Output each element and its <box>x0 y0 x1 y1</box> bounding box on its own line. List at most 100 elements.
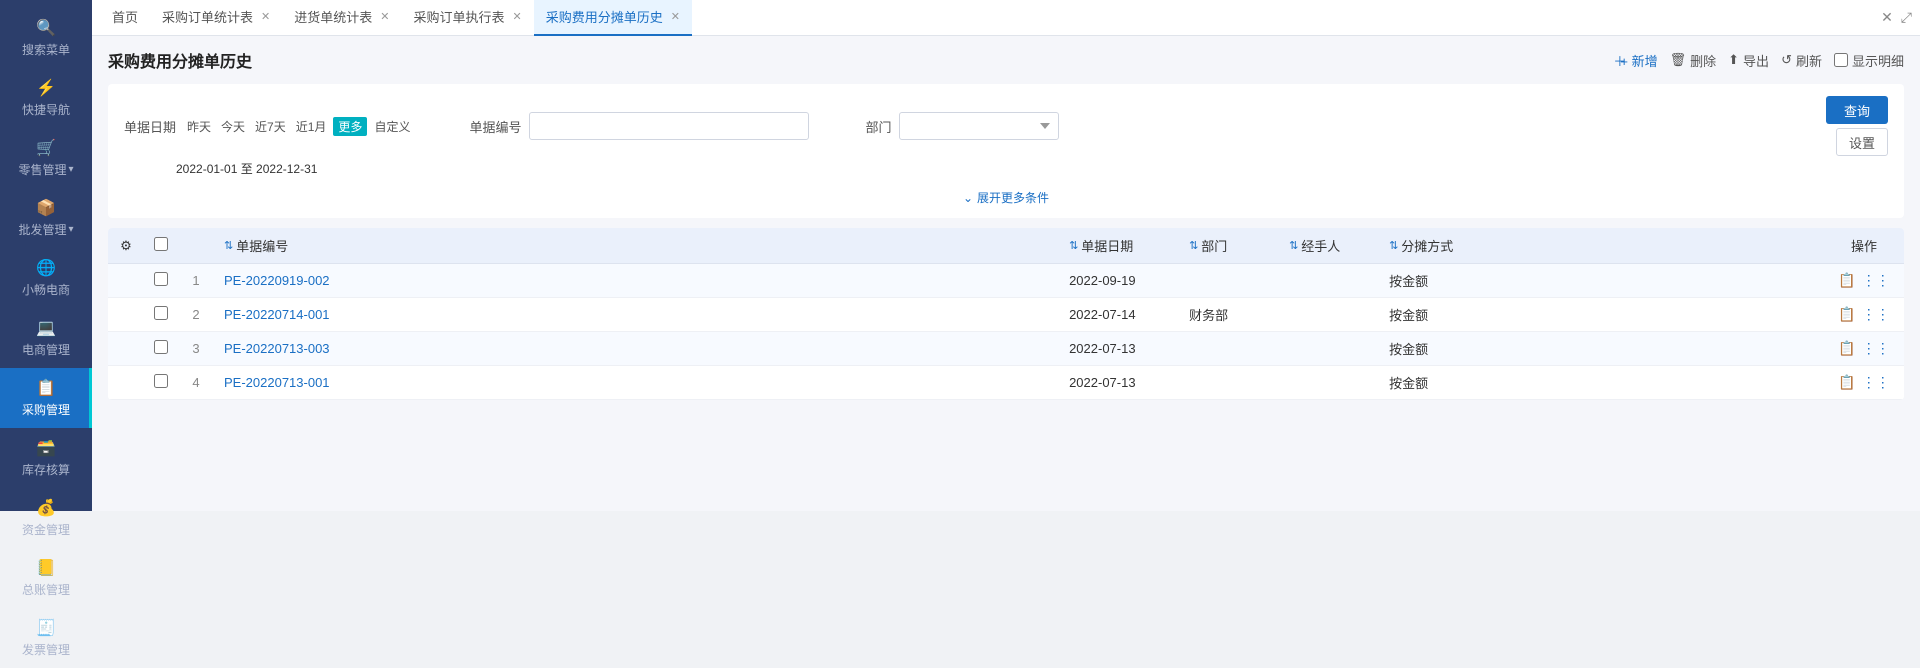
sidebar-item-label: 总账管理 <box>22 583 70 597</box>
export-icon: ⬆ <box>1728 52 1739 68</box>
row-edit-icon-2[interactable]: 📋 <box>1838 340 1855 357</box>
tab-purchase-cost-history[interactable]: 采购费用分摊单历史 ✕ <box>534 0 692 36</box>
sidebar-item-label: 采购管理 <box>22 403 70 417</box>
shortcut-custom[interactable]: 自定义 <box>371 117 413 136</box>
row-select-1[interactable] <box>154 306 168 320</box>
table-header-row: ⚙ ⇅ 单据编号 ⇅ <box>108 228 1904 264</box>
page-title: 采购费用分摊单历史 <box>108 48 252 72</box>
show-detail-checkbox-label[interactable]: 显示明细 <box>1834 51 1904 70</box>
dept-select[interactable] <box>899 112 1059 140</box>
row-select-2[interactable] <box>154 340 168 354</box>
th-date[interactable]: ⇅ 单据日期 <box>1059 228 1179 264</box>
close-tab-purchase-goods-stat[interactable]: ✕ <box>380 10 389 23</box>
sidebar-item-label: 快捷导航 <box>22 103 70 117</box>
sidebar-item-ecom[interactable]: 💻 电商管理 <box>0 308 92 368</box>
row-docno-1[interactable]: PE-20220714-001 <box>214 298 1059 332</box>
filter-section: 单据日期 昨天 今天 近7天 近1月 更多 自定义 单据编号 <box>108 84 1904 218</box>
row-settings-0 <box>108 264 144 298</box>
sidebar-item-search[interactable]: 🔍 搜索菜单 <box>0 8 92 68</box>
show-detail-checkbox[interactable] <box>1834 53 1848 67</box>
main-content: 首页 采购订单统计表 ✕ 进货单统计表 ✕ 采购订单执行表 ✕ 采购费用分摊单历… <box>92 0 1920 511</box>
tab-purchase-order-exec[interactable]: 采购订单执行表 ✕ <box>401 0 533 36</box>
close-tab-purchase-cost-history[interactable]: ✕ <box>671 10 680 23</box>
docno-filter-group: 单据编号 <box>469 112 809 140</box>
shortcut-yesterday[interactable]: 昨天 <box>184 117 214 136</box>
th-rownum <box>178 228 214 264</box>
sidebar-item-ledger[interactable]: 📒 总账管理 <box>0 548 92 608</box>
export-button[interactable]: ⬆ 导出 <box>1728 51 1769 70</box>
th-dept[interactable]: ⇅ 部门 <box>1179 228 1279 264</box>
row-select-0[interactable] <box>154 272 168 286</box>
th-settings[interactable]: ⚙ <box>108 228 144 264</box>
th-actions: 操作 <box>1824 228 1904 264</box>
row-edit-icon-1[interactable]: 📋 <box>1838 306 1855 323</box>
data-table: ⚙ ⇅ 单据编号 ⇅ <box>108 228 1904 400</box>
row-docno-3[interactable]: PE-20220713-001 <box>214 366 1059 400</box>
row-more-icon-1[interactable]: ⋮⋮ <box>1862 306 1890 323</box>
row-method-1: 按金额 <box>1379 298 1824 332</box>
setting-button[interactable]: 设置 <box>1836 128 1888 156</box>
th-handler[interactable]: ⇅ 经手人 <box>1279 228 1379 264</box>
row-docno-0[interactable]: PE-20220919-002 <box>214 264 1059 298</box>
add-button[interactable]: ＋ + 新增 <box>1613 51 1657 70</box>
docno-link-3[interactable]: PE-20220713-001 <box>224 375 330 390</box>
sidebar-item-ecom-small[interactable]: 🌐 小畅电商 <box>0 248 92 308</box>
query-button[interactable]: 查询 <box>1826 96 1888 124</box>
ecom-small-icon: 🌐 <box>4 258 88 278</box>
row-settings-1 <box>108 298 144 332</box>
sidebar-item-retail[interactable]: 🛒 零售管理 ▾ <box>0 128 92 188</box>
row-edit-icon-0[interactable]: 📋 <box>1838 272 1855 289</box>
row-docno-2[interactable]: PE-20220713-003 <box>214 332 1059 366</box>
close-tab-purchase-order-exec[interactable]: ✕ <box>513 10 522 23</box>
close-window-icon[interactable]: ✕ <box>1881 9 1893 26</box>
tab-home[interactable]: 首页 <box>100 0 150 36</box>
sidebar-item-inventory[interactable]: 🗃️ 库存核算 <box>0 428 92 488</box>
shortcut-7days[interactable]: 近7天 <box>252 117 289 136</box>
row-checkbox-3[interactable] <box>144 366 178 400</box>
tab-bar: 首页 采购订单统计表 ✕ 进货单统计表 ✕ 采购订单执行表 ✕ 采购费用分摊单历… <box>92 0 1920 36</box>
row-checkbox-1[interactable] <box>144 298 178 332</box>
shortcut-more[interactable]: 更多 <box>333 117 367 136</box>
docno-link-1[interactable]: PE-20220714-001 <box>224 307 330 322</box>
sidebar-item-label-text: 零售管理 <box>18 161 66 178</box>
row-edit-icon-3[interactable]: 📋 <box>1838 374 1855 391</box>
row-more-icon-2[interactable]: ⋮⋮ <box>1862 340 1890 357</box>
sidebar-item-label: 发票管理 <box>22 643 70 657</box>
row-actions-1: 📋 ⋮⋮ <box>1824 298 1904 332</box>
sidebar-item-purchase[interactable]: 📋 采购管理 <box>0 368 92 428</box>
delete-button[interactable]: 🗑 删除 <box>1670 51 1717 70</box>
docno-link-2[interactable]: PE-20220713-003 <box>224 341 330 356</box>
row-dept-2 <box>1179 332 1279 366</box>
sidebar-item-invoice[interactable]: 🧾 发票管理 <box>0 608 92 668</box>
row-checkbox-0[interactable] <box>144 264 178 298</box>
sidebar-item-label: 小畅电商 <box>22 283 70 297</box>
tab-purchase-goods-stat[interactable]: 进货单统计表 ✕ <box>282 0 401 36</box>
row-select-3[interactable] <box>154 374 168 388</box>
purchase-icon: 📋 <box>4 378 88 398</box>
tab-purchase-order-stat[interactable]: 采购订单统计表 ✕ <box>150 0 282 36</box>
shortcut-today[interactable]: 今天 <box>218 117 248 136</box>
row-more-icon-0[interactable]: ⋮⋮ <box>1862 272 1890 289</box>
inventory-icon: 🗃️ <box>4 438 88 458</box>
close-tab-purchase-order-stat[interactable]: ✕ <box>261 10 270 23</box>
maximize-window-icon[interactable]: ⤢ <box>1901 9 1912 26</box>
row-dept-0 <box>1179 264 1279 298</box>
row-checkbox-2[interactable] <box>144 332 178 366</box>
docno-input[interactable] <box>529 112 809 140</box>
sidebar-item-shortcut[interactable]: ⚡ 快捷导航 <box>0 68 92 128</box>
select-all-checkbox[interactable] <box>154 237 168 251</box>
row-handler-2 <box>1279 332 1379 366</box>
row-method-0: 按金额 <box>1379 264 1824 298</box>
expand-more-btn[interactable]: ⌄ 展开更多条件 <box>963 189 1049 206</box>
refresh-button[interactable]: ↺ 刷新 <box>1781 51 1822 70</box>
th-docno[interactable]: ⇅ 单据编号 <box>214 228 1059 264</box>
sidebar-item-finance[interactable]: 💰 资金管理 <box>0 488 92 548</box>
th-method[interactable]: ⇅ 分摊方式 <box>1379 228 1824 264</box>
shortcut-1month[interactable]: 近1月 <box>293 117 330 136</box>
docno-link-0[interactable]: PE-20220919-002 <box>224 273 330 288</box>
refresh-icon: ↺ <box>1781 52 1792 68</box>
row-more-icon-3[interactable]: ⋮⋮ <box>1862 374 1890 391</box>
sidebar-item-wholesale[interactable]: 📦 批发管理 ▾ <box>0 188 92 248</box>
row-num-0: 1 <box>178 264 214 298</box>
row-num-1: 2 <box>178 298 214 332</box>
